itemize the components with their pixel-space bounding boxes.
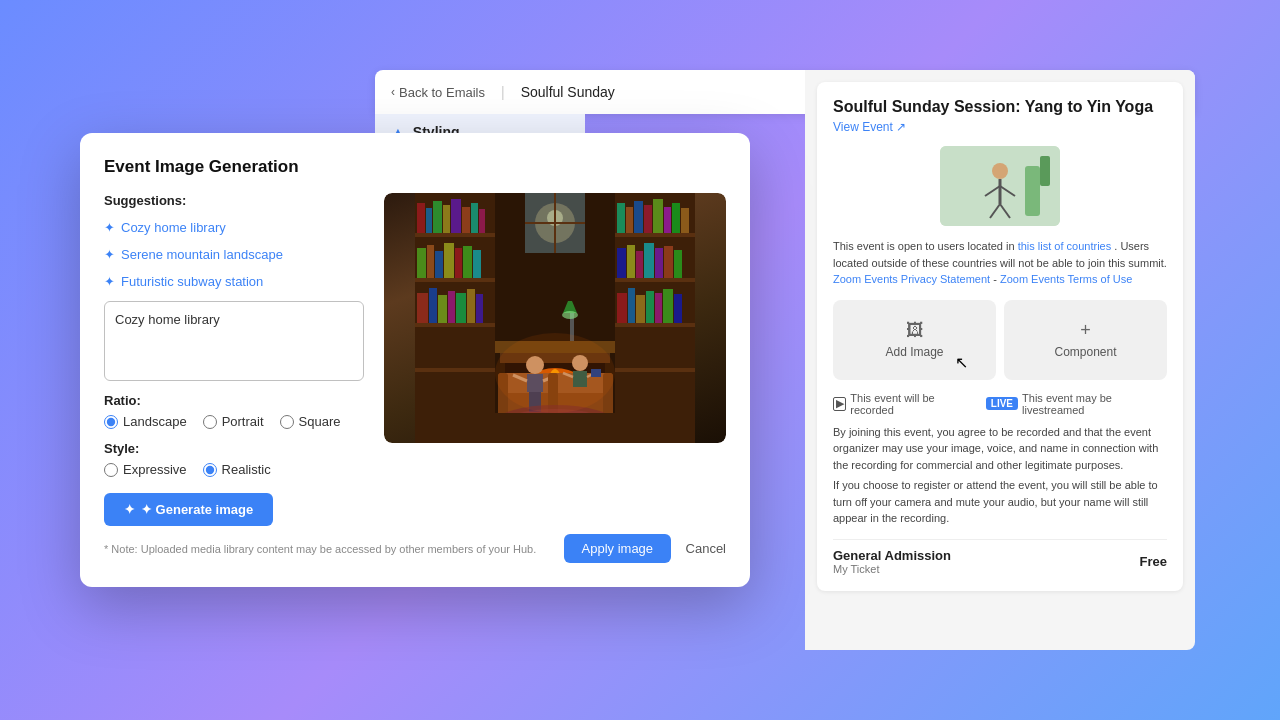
svg-rect-19 xyxy=(451,199,461,233)
svg-rect-47 xyxy=(664,207,671,233)
suggestions-label: Suggestions: xyxy=(104,193,364,208)
style-radio-group: Expressive Realistic xyxy=(104,462,364,477)
svg-rect-14 xyxy=(415,368,495,372)
svg-rect-32 xyxy=(438,295,447,323)
svg-rect-21 xyxy=(471,203,478,233)
svg-rect-48 xyxy=(672,203,680,233)
svg-rect-30 xyxy=(417,293,428,323)
svg-rect-26 xyxy=(444,243,454,278)
sparkle-icon: ✦ xyxy=(124,502,135,517)
svg-rect-33 xyxy=(448,291,455,323)
svg-rect-41 xyxy=(615,368,695,372)
svg-rect-53 xyxy=(644,243,654,278)
suggestion-subway[interactable]: ✦ Futuristic subway station xyxy=(104,274,364,289)
svg-rect-25 xyxy=(435,251,443,278)
sparkle-suggestion-icon-2: ✦ xyxy=(104,247,115,262)
svg-rect-45 xyxy=(644,205,652,233)
cancel-button[interactable]: Cancel xyxy=(686,541,726,556)
svg-rect-51 xyxy=(627,245,635,278)
style-realistic[interactable]: Realistic xyxy=(203,462,271,477)
svg-rect-43 xyxy=(626,207,633,233)
svg-rect-34 xyxy=(456,293,466,323)
modal-title: Event Image Generation xyxy=(104,157,726,177)
svg-rect-24 xyxy=(427,245,434,278)
svg-rect-98 xyxy=(415,413,695,443)
svg-rect-38 xyxy=(615,233,695,237)
svg-rect-39 xyxy=(615,278,695,282)
svg-rect-58 xyxy=(628,288,635,323)
style-label: Style: xyxy=(104,441,364,456)
svg-rect-62 xyxy=(663,289,673,323)
modal-body: Suggestions: ✦ Cozy home library ✦ Seren… xyxy=(104,193,726,477)
sparkle-suggestion-icon-3: ✦ xyxy=(104,274,115,289)
footer-actions: * Note: Uploaded media library content m… xyxy=(104,534,726,563)
svg-rect-35 xyxy=(467,289,475,323)
svg-rect-61 xyxy=(655,293,662,323)
svg-rect-29 xyxy=(473,250,481,278)
suggestion-cozy-library[interactable]: ✦ Cozy home library xyxy=(104,220,364,235)
svg-point-102 xyxy=(495,333,615,413)
note-text: * Note: Uploaded media library content m… xyxy=(104,543,536,555)
svg-rect-20 xyxy=(462,207,470,233)
modal-footer: ✦ ✦ Generate image * Note: Uploaded medi… xyxy=(104,493,726,563)
ratio-square[interactable]: Square xyxy=(280,414,341,429)
svg-rect-36 xyxy=(476,294,483,323)
ratio-label: Ratio: xyxy=(104,393,364,408)
svg-rect-16 xyxy=(426,208,432,233)
apply-image-button[interactable]: Apply image xyxy=(564,534,672,563)
prompt-textarea[interactable]: Cozy home library xyxy=(104,301,364,381)
svg-rect-49 xyxy=(681,208,689,233)
svg-rect-59 xyxy=(636,295,645,323)
ratio-landscape[interactable]: Landscape xyxy=(104,414,187,429)
svg-rect-27 xyxy=(455,248,462,278)
svg-rect-63 xyxy=(674,294,682,323)
svg-rect-11 xyxy=(415,233,495,237)
svg-rect-42 xyxy=(617,203,625,233)
svg-rect-18 xyxy=(443,205,450,233)
style-expressive[interactable]: Expressive xyxy=(104,462,187,477)
svg-rect-13 xyxy=(415,323,495,327)
modal-left-panel: Suggestions: ✦ Cozy home library ✦ Seren… xyxy=(104,193,364,477)
svg-rect-44 xyxy=(634,201,643,233)
svg-rect-50 xyxy=(617,248,626,278)
generated-image-container xyxy=(384,193,726,443)
ratio-section: Ratio: Landscape Portrait Square xyxy=(104,393,364,429)
svg-rect-40 xyxy=(615,323,695,327)
svg-rect-15 xyxy=(417,203,425,233)
generate-image-button[interactable]: ✦ ✦ Generate image xyxy=(104,493,273,526)
suggestion-mountain[interactable]: ✦ Serene mountain landscape xyxy=(104,247,364,262)
svg-rect-55 xyxy=(664,246,673,278)
style-section: Style: Expressive Realistic xyxy=(104,441,364,477)
action-buttons: Apply image Cancel xyxy=(564,534,726,563)
svg-rect-22 xyxy=(479,209,485,233)
ratio-portrait[interactable]: Portrait xyxy=(203,414,264,429)
svg-rect-12 xyxy=(415,278,495,282)
svg-rect-31 xyxy=(429,288,437,323)
event-image-generation-modal: Event Image Generation Suggestions: ✦ Co… xyxy=(80,133,750,587)
svg-rect-57 xyxy=(617,293,627,323)
svg-rect-54 xyxy=(655,248,663,278)
sparkle-suggestion-icon: ✦ xyxy=(104,220,115,235)
svg-rect-56 xyxy=(674,250,682,278)
svg-rect-17 xyxy=(433,201,442,233)
svg-rect-23 xyxy=(417,248,426,278)
svg-rect-52 xyxy=(636,251,643,278)
modal-overlay: Event Image Generation Suggestions: ✦ Co… xyxy=(0,0,1280,720)
svg-rect-46 xyxy=(653,199,663,233)
generated-image xyxy=(384,193,726,443)
svg-point-75 xyxy=(562,311,578,319)
svg-rect-28 xyxy=(463,246,472,278)
ratio-radio-group: Landscape Portrait Square xyxy=(104,414,364,429)
svg-rect-60 xyxy=(646,291,654,323)
